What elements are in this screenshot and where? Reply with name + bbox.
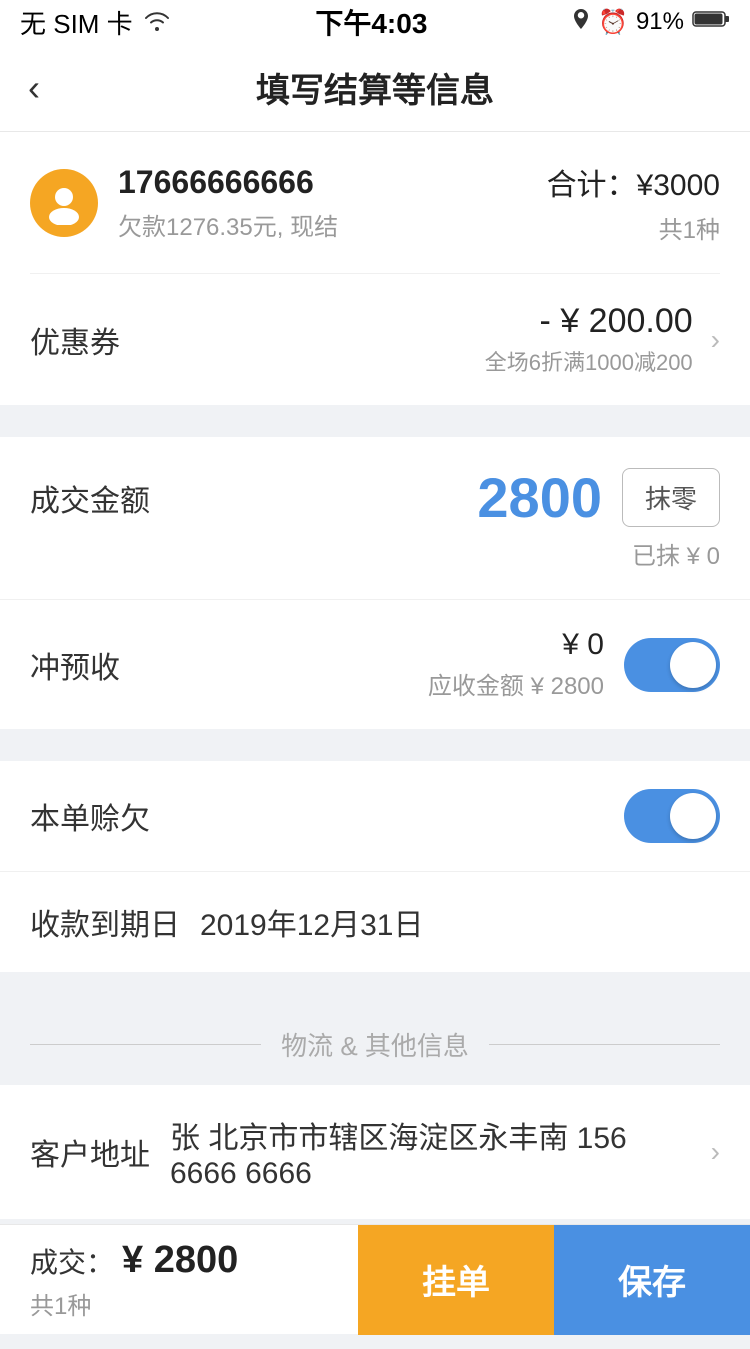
customer-total-section: 合计：¥3000 共1种: [547, 160, 720, 245]
toggle-knob: [670, 642, 716, 688]
duedate-value: 2019年12月31日: [200, 900, 423, 944]
debt-toggle-knob: [670, 793, 716, 839]
bottom-deal-amount: ¥ 2800: [122, 1239, 238, 1282]
battery-text: 91%: [636, 8, 684, 36]
status-left: 无 SIM 卡: [20, 4, 171, 41]
amount-label: 成交金额: [30, 476, 150, 520]
logistics-label: 物流 & 其他信息: [281, 1026, 469, 1063]
logistics-header: 物流 & 其他信息: [0, 1004, 750, 1085]
prereceive-toggle[interactable]: [624, 638, 720, 692]
amount-right: 2800 抹零: [477, 465, 720, 530]
page-title: 填写结算等信息: [256, 63, 494, 112]
debt-row: 本单赊欠: [0, 761, 750, 871]
avatar: [30, 169, 98, 237]
location-icon: [572, 8, 590, 37]
customer-left: 17666666666 欠款1276.35元, 现结: [30, 164, 338, 242]
nav-bar: ‹ 填写结算等信息: [0, 44, 750, 132]
hang-button[interactable]: 挂单: [358, 1225, 554, 1335]
prereceive-sub: 应收金额 ¥ 2800: [428, 666, 604, 701]
round-button[interactable]: 抹零: [622, 468, 720, 527]
bottom-count: 共1种: [30, 1286, 328, 1321]
prereceive-row: 冲预收 ¥ 0 应收金额 ¥ 2800: [30, 628, 720, 701]
debt-label: 本单赊欠: [30, 794, 150, 838]
prereceive-amount-block: ¥ 0 应收金额 ¥ 2800: [428, 628, 604, 701]
debt-section: 本单赊欠 收款到期日 2019年12月31日: [0, 761, 750, 972]
address-arrow-icon: ›: [711, 1136, 720, 1168]
amount-sub: 已抹 ¥ 0: [30, 536, 720, 571]
amount-section: 成交金额 2800 抹零 已抹 ¥ 0 冲预收 ¥ 0 应收金额 ¥ 2800: [0, 437, 750, 729]
bottom-deal-label: 成交：: [30, 1241, 114, 1281]
gray-separator-2: [0, 745, 750, 761]
customer-phone: 17666666666: [118, 164, 338, 201]
coupon-row[interactable]: 优惠券 - ¥ 200.00 全场6折满1000减200 ›: [0, 274, 750, 405]
save-button[interactable]: 保存: [554, 1225, 750, 1335]
coupon-desc: 全场6折满1000减200: [485, 345, 693, 377]
amount-content: 成交金额 2800 抹零 已抹 ¥ 0: [0, 437, 750, 599]
prereceive-label: 冲预收: [30, 643, 120, 687]
gray-separator-3: [0, 988, 750, 1004]
amount-value: 2800: [477, 465, 602, 530]
wifi-icon: [143, 7, 171, 38]
gray-separator: [0, 421, 750, 437]
status-bar: 无 SIM 卡 下午4:03 ⏰ 91%: [0, 0, 750, 44]
bottom-deal-row: 成交： ¥ 2800: [30, 1239, 328, 1282]
customer-total: 合计：¥3000: [547, 160, 720, 204]
coupon-label: 优惠券: [30, 318, 120, 362]
prereceive-amount: ¥ 0: [428, 628, 604, 662]
prereceive-section: 冲预收 ¥ 0 应收金额 ¥ 2800: [0, 599, 750, 729]
status-time: 下午4:03: [315, 2, 427, 42]
duedate-label: 收款到期日: [30, 900, 180, 944]
battery-icon: [692, 8, 730, 36]
address-value: 张 北京市市辖区海淀区永丰南 156 6666 6666: [170, 1113, 701, 1191]
customer-section: 17666666666 欠款1276.35元, 现结 合计：¥3000 共1种 …: [0, 132, 750, 405]
customer-info: 17666666666 欠款1276.35元, 现结: [118, 164, 338, 242]
logistics-line-left: [30, 1044, 261, 1045]
coupon-arrow-icon: ›: [711, 324, 720, 356]
duedate-row: 收款到期日 2019年12月31日: [0, 871, 750, 972]
customer-debt: 欠款1276.35元, 现结: [118, 207, 338, 242]
coupon-info: - ¥ 200.00 全场6折满1000减200: [485, 302, 693, 377]
bottom-bar: 成交： ¥ 2800 共1种 挂单 保存: [0, 1224, 750, 1334]
bottom-summary: 成交： ¥ 2800 共1种: [0, 1239, 358, 1321]
alarm-icon: ⏰: [598, 8, 628, 37]
coupon-right: - ¥ 200.00 全场6折满1000减200 ›: [485, 302, 720, 377]
amount-row: 成交金额 2800 抹零: [30, 465, 720, 530]
logistics-line-right: [489, 1044, 720, 1045]
address-key: 客户地址: [30, 1130, 150, 1174]
status-right: ⏰ 91%: [572, 8, 730, 37]
back-button[interactable]: ‹: [28, 67, 40, 109]
debt-toggle[interactable]: [624, 789, 720, 843]
address-row[interactable]: 客户地址 张 北京市市辖区海淀区永丰南 156 6666 6666 ›: [0, 1085, 750, 1219]
customer-count: 共1种: [547, 210, 720, 245]
signal-text: 无 SIM 卡: [20, 4, 133, 41]
customer-row: 17666666666 欠款1276.35元, 现结 合计：¥3000 共1种: [0, 132, 750, 273]
prereceive-right: ¥ 0 应收金额 ¥ 2800: [428, 628, 720, 701]
coupon-amount: - ¥ 200.00: [485, 302, 693, 341]
